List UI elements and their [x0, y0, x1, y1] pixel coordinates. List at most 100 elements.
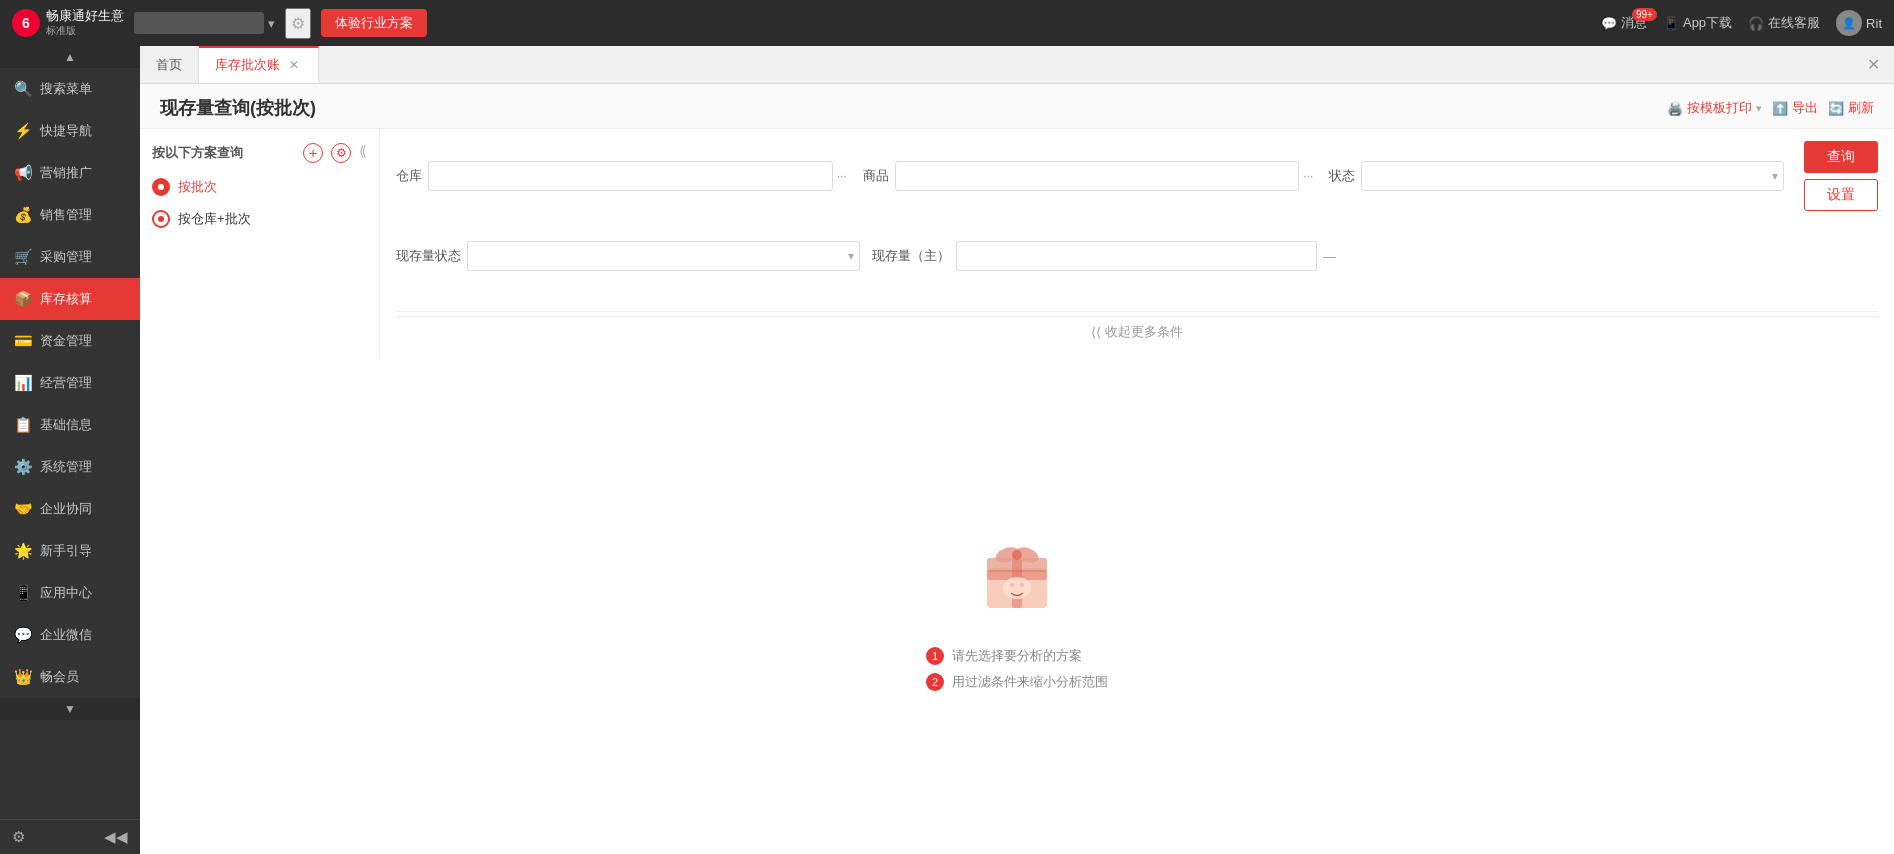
sidebar-item-quick-nav[interactable]: ⚡ 快捷导航 [0, 110, 140, 152]
sidebar: ▲ 🔍 搜索菜单 ⚡ 快捷导航 📢 营销推广 💰 销售管理 🛒 采购管理 📦 库… [0, 46, 140, 854]
trial-button[interactable]: 体验行业方案 [321, 9, 427, 37]
empty-tip-2: 2 用过滤条件来缩小分析范围 [926, 673, 1108, 691]
collapse-up-icon: ⟨⟨ [1091, 325, 1101, 340]
sidebar-item-enterprise-wechat[interactable]: 💬 企业微信 [0, 614, 140, 656]
query-button[interactable]: 查询 [1804, 141, 1878, 173]
collapse-panel-icon[interactable]: ⟪ [359, 143, 367, 163]
company-name: 畅康通好生意 [46, 8, 124, 24]
marketing-icon: 📢 [14, 164, 32, 182]
app-download-item[interactable]: 📱 App下载 [1663, 14, 1732, 32]
sidebar-item-label: 新手引导 [40, 542, 92, 560]
member-icon: 👑 [14, 668, 32, 686]
stock-status-field: 现存量状态 ▾ [396, 241, 860, 271]
svg-point-6 [1012, 550, 1022, 560]
search-dropdown-icon[interactable]: ▾ [268, 16, 275, 31]
sidebar-scroll-up[interactable]: ▲ [0, 46, 140, 68]
user-item[interactable]: 👤 Rit [1836, 10, 1882, 36]
status-select-wrap: ▾ [1361, 161, 1784, 191]
sidebar-item-enterprise[interactable]: 🤝 企业协同 [0, 488, 140, 530]
print-template-label: 按模板打印 [1687, 99, 1752, 117]
sidebar-item-marketing[interactable]: 📢 营销推广 [0, 152, 140, 194]
tab-batch-account[interactable]: 库存批次账 ✕ [199, 46, 319, 83]
sidebar-item-app-center[interactable]: 📱 应用中心 [0, 572, 140, 614]
sidebar-item-inventory[interactable]: 📦 库存核算 [0, 278, 140, 320]
status-select[interactable] [1361, 161, 1784, 191]
sidebar-scroll-down[interactable]: ▼ [0, 698, 140, 720]
sidebar-item-label: 经营管理 [40, 374, 92, 392]
online-service-label: 在线客服 [1768, 14, 1820, 32]
scheme-by-warehouse-batch[interactable]: 按仓库+批次 [140, 203, 379, 235]
scheme-active-radio-icon [152, 178, 170, 196]
scheme-by-batch-label: 按批次 [178, 178, 217, 196]
range-dash: — [1323, 249, 1336, 264]
sidebar-item-operation[interactable]: 📊 经营管理 [0, 362, 140, 404]
warehouse-input-wrap: ··· [428, 161, 851, 191]
header-search-wrap: ▾ [134, 12, 275, 34]
main-body: ▲ 🔍 搜索菜单 ⚡ 快捷导航 📢 营销推广 💰 销售管理 🛒 采购管理 📦 库… [0, 46, 1894, 854]
avatar-icon: 👤 [1842, 17, 1856, 30]
print-template-button[interactable]: 🖨️ 按模板打印 ▾ [1667, 99, 1762, 117]
manage-scheme-button[interactable]: ⚙ [331, 143, 351, 163]
collapse-more-text: 收起更多条件 [1105, 323, 1183, 341]
empty-state: 1 请先选择要分析的方案 2 用过滤条件来缩小分析范围 [140, 359, 1894, 854]
sidebar-item-label: 营销推广 [40, 164, 92, 182]
sidebar-item-label: 基础信息 [40, 416, 92, 434]
close-all-tabs-button[interactable]: ✕ [1861, 53, 1886, 76]
warehouse-input[interactable] [428, 161, 833, 191]
sidebar-item-search-menu[interactable]: 🔍 搜索菜单 [0, 68, 140, 110]
stock-qty-label: 现存量（主） [872, 247, 950, 265]
logo-icon: 6 [12, 9, 40, 37]
sidebar-item-member[interactable]: 👑 畅会员 [0, 656, 140, 698]
tab-bar: 首页 库存批次账 ✕ ✕ [140, 46, 1894, 84]
stock-qty-field: 现存量（主） — [872, 241, 1336, 271]
stock-status-select[interactable] [467, 241, 860, 271]
product-input[interactable] [895, 161, 1300, 191]
operation-icon: 📊 [14, 374, 32, 392]
header-search-input[interactable] [134, 12, 264, 34]
sales-icon: 💰 [14, 206, 32, 224]
collapse-more-button[interactable]: ⟨⟨ 收起更多条件 [396, 316, 1878, 347]
export-button[interactable]: ⬆️ 导出 [1772, 99, 1818, 117]
online-service-item[interactable]: 🎧 在线客服 [1748, 14, 1820, 32]
empty-tips: 1 请先选择要分析的方案 2 用过滤条件来缩小分析范围 [926, 647, 1108, 691]
refresh-button[interactable]: 🔄 刷新 [1828, 99, 1874, 117]
tip-text-1: 请先选择要分析的方案 [952, 647, 1082, 665]
print-dropdown-icon: ▾ [1756, 102, 1762, 115]
sidebar-item-newbie[interactable]: 🌟 新手引导 [0, 530, 140, 572]
sidebar-item-finance[interactable]: 💳 资金管理 [0, 320, 140, 362]
headset-icon: 🎧 [1748, 16, 1764, 31]
sidebar-item-sales[interactable]: 💰 销售管理 [0, 194, 140, 236]
sidebar-item-purchase[interactable]: 🛒 采购管理 [0, 236, 140, 278]
warehouse-more-icon[interactable]: ··· [833, 167, 851, 185]
logo-text: 畅康通好生意 标准版 [46, 8, 124, 38]
scheme-inactive-radio-icon [152, 210, 170, 228]
add-scheme-button[interactable]: + [303, 143, 323, 163]
app-download-icon: 📱 [1663, 16, 1679, 31]
tab-home-label: 首页 [156, 56, 182, 74]
filter-scheme-panel: 按以下方案查询 + ⚙ ⟪ 按批次 按仓库+批次 [140, 129, 380, 359]
settings-button[interactable]: 设置 [1804, 179, 1878, 211]
stock-qty-min-input[interactable] [956, 241, 1317, 271]
tip-num-1: 1 [926, 647, 944, 665]
quick-nav-icon: ⚡ [14, 122, 32, 140]
message-icon: 💬 [1601, 16, 1617, 31]
page-header: 现存量查询(按批次) 🖨️ 按模板打印 ▾ ⬆️ 导出 🔄 刷新 [140, 84, 1894, 129]
product-field: 商品 ··· [863, 161, 1318, 191]
tab-home[interactable]: 首页 [140, 46, 199, 83]
header-left: 6 畅康通好生意 标准版 ▾ ⚙ 体验行业方案 [12, 8, 427, 39]
sidebar-collapse-icon[interactable]: ◀◀ [104, 828, 128, 846]
content-area: 首页 库存批次账 ✕ ✕ 现存量查询(按批次) 🖨️ 按模板打印 ▾ [140, 46, 1894, 854]
app-download-label: App下载 [1683, 14, 1732, 32]
scheme-by-batch[interactable]: 按批次 [140, 171, 379, 203]
tip-num-2: 2 [926, 673, 944, 691]
sidebar-settings-icon[interactable]: ⚙ [12, 828, 25, 846]
product-more-icon[interactable]: ··· [1299, 167, 1317, 185]
tab-close-batch-account[interactable]: ✕ [286, 57, 302, 73]
sidebar-item-basic[interactable]: 📋 基础信息 [0, 404, 140, 446]
filter-scheme-header: 按以下方案查询 + ⚙ ⟪ [140, 139, 379, 171]
empty-illustration [967, 523, 1067, 623]
product-label: 商品 [863, 167, 889, 185]
header-gear-button[interactable]: ⚙ [285, 8, 311, 39]
messages-item[interactable]: 💬 消息 99+ [1601, 14, 1647, 32]
sidebar-item-system[interactable]: ⚙️ 系统管理 [0, 446, 140, 488]
